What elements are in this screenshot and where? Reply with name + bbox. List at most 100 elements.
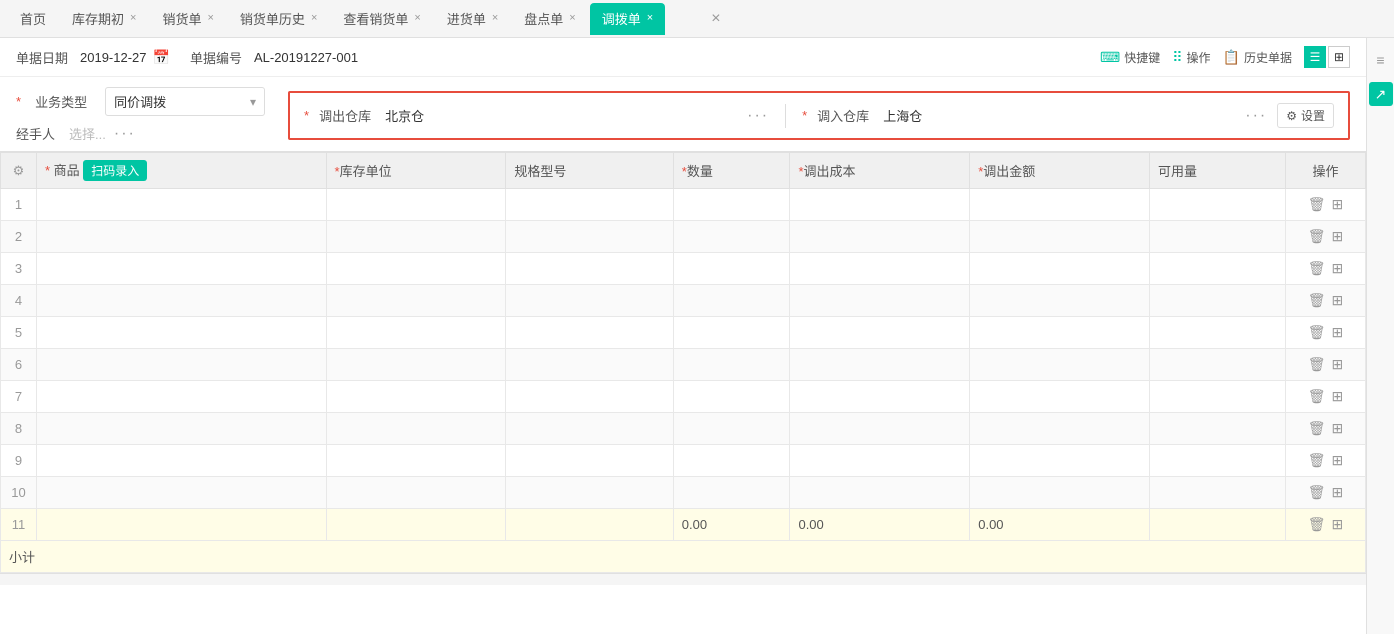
row-8-product[interactable] <box>37 413 327 445</box>
row-10-cost[interactable] <box>790 477 970 509</box>
row-2-cost[interactable] <box>790 221 970 253</box>
row-3-qty[interactable] <box>673 253 790 285</box>
delete-icon-8[interactable]: 🗑 <box>1308 420 1326 437</box>
sidebar-list-icon[interactable]: ≡ <box>1369 48 1393 72</box>
row-3-amount[interactable] <box>970 253 1150 285</box>
row-8-amount[interactable] <box>970 413 1150 445</box>
delete-icon-6[interactable]: 🗑 <box>1308 356 1326 373</box>
window-close-button[interactable]: × <box>707 6 724 32</box>
calendar-icon[interactable]: 📅 <box>153 49 170 66</box>
biz-type-select[interactable]: 同价调拨 ▾ <box>105 87 265 116</box>
transfer-in-value[interactable]: 上海仓 <box>883 106 922 125</box>
row-9-unit[interactable] <box>326 445 506 477</box>
layout-list-button[interactable]: ☰ <box>1304 46 1326 68</box>
row-2-amount[interactable] <box>970 221 1150 253</box>
row-5-product[interactable] <box>37 317 327 349</box>
row-8-unit[interactable] <box>326 413 506 445</box>
row-7-qty[interactable] <box>673 381 790 413</box>
row-3-cost[interactable] <box>790 253 970 285</box>
row-4-cost[interactable] <box>790 285 970 317</box>
tab-home[interactable]: 首页 <box>8 3 58 35</box>
row-4-spec[interactable] <box>506 285 673 317</box>
transfer-out-more-button[interactable]: ··· <box>747 107 769 125</box>
row-2-unit[interactable] <box>326 221 506 253</box>
row-9-product[interactable] <box>37 445 327 477</box>
history-button[interactable]: 📋 历史单据 <box>1223 49 1292 66</box>
tab-sales-order[interactable]: 销货单 × <box>150 3 225 35</box>
tab-transfer-close[interactable]: × <box>647 13 653 24</box>
row-1-qty[interactable] <box>673 189 790 221</box>
delete-icon-11[interactable]: 🗑 <box>1308 516 1326 533</box>
row-5-qty[interactable] <box>673 317 790 349</box>
copy-icon-7[interactable]: ⊞ <box>1332 388 1344 405</box>
settings-button[interactable]: ⚙ 设置 <box>1277 103 1334 128</box>
tab-stocktake-close[interactable]: × <box>569 13 575 24</box>
row-2-qty[interactable] <box>673 221 790 253</box>
delete-icon-2[interactable]: 🗑 <box>1308 228 1326 245</box>
copy-icon-10[interactable]: ⊞ <box>1332 484 1344 501</box>
row-6-qty[interactable] <box>673 349 790 381</box>
row-4-amount[interactable] <box>970 285 1150 317</box>
row-8-qty[interactable] <box>673 413 790 445</box>
row-1-cost[interactable] <box>790 189 970 221</box>
transfer-in-more-button[interactable]: ··· <box>1245 107 1267 125</box>
shortcut-button[interactable]: ⌨ 快捷键 <box>1100 49 1160 66</box>
row-6-amount[interactable] <box>970 349 1150 381</box>
copy-icon-1[interactable]: ⊞ <box>1332 196 1344 213</box>
row-10-qty[interactable] <box>673 477 790 509</box>
row-9-cost[interactable] <box>790 445 970 477</box>
row-7-cost[interactable] <box>790 381 970 413</box>
copy-icon-2[interactable]: ⊞ <box>1332 228 1344 245</box>
tab-purchase[interactable]: 进货单 × <box>435 3 510 35</box>
row-6-spec[interactable] <box>506 349 673 381</box>
tab-view-sales[interactable]: 查看销货单 × <box>331 3 432 35</box>
copy-icon-11[interactable]: ⊞ <box>1332 516 1344 533</box>
tab-stocktake[interactable]: 盘点单 × <box>512 3 587 35</box>
row-7-product[interactable] <box>37 381 327 413</box>
row-7-spec[interactable] <box>506 381 673 413</box>
row-9-amount[interactable] <box>970 445 1150 477</box>
row-4-qty[interactable] <box>673 285 790 317</box>
row-9-spec[interactable] <box>506 445 673 477</box>
operate-button[interactable]: ⠿ 操作 <box>1172 49 1210 66</box>
delete-icon-9[interactable]: 🗑 <box>1308 452 1326 469</box>
copy-icon-3[interactable]: ⊞ <box>1332 260 1344 277</box>
row-5-spec[interactable] <box>506 317 673 349</box>
tab-sales-order-close[interactable]: × <box>207 13 213 24</box>
tab-inventory-init[interactable]: 库存期初 × <box>60 3 148 35</box>
delete-icon-3[interactable]: 🗑 <box>1308 260 1326 277</box>
table-gear-icon[interactable]: ⚙ <box>13 163 25 178</box>
sidebar-export-icon[interactable]: ↗ <box>1369 82 1393 106</box>
row-6-cost[interactable] <box>790 349 970 381</box>
row-3-unit[interactable] <box>326 253 506 285</box>
scroll-area[interactable] <box>0 573 1366 585</box>
row-10-amount[interactable] <box>970 477 1150 509</box>
row-1-product[interactable] <box>37 189 327 221</box>
row-3-product[interactable] <box>37 253 327 285</box>
row-5-unit[interactable] <box>326 317 506 349</box>
row-7-unit[interactable] <box>326 381 506 413</box>
tab-transfer[interactable]: 调拨单 × <box>590 3 665 35</box>
copy-icon-5[interactable]: ⊞ <box>1332 324 1344 341</box>
tab-inventory-init-close[interactable]: × <box>130 13 136 24</box>
row-3-spec[interactable] <box>506 253 673 285</box>
transfer-out-value[interactable]: 北京仓 <box>385 106 424 125</box>
copy-icon-8[interactable]: ⊞ <box>1332 420 1344 437</box>
tab-sales-history[interactable]: 销货单历史 × <box>228 3 329 35</box>
row-2-product[interactable] <box>37 221 327 253</box>
tab-sales-history-close[interactable]: × <box>311 13 317 24</box>
scan-button[interactable]: 扫码录入 <box>83 160 147 181</box>
handler-input[interactable]: 选择... <box>69 124 106 143</box>
copy-icon-6[interactable]: ⊞ <box>1332 356 1344 373</box>
row-7-amount[interactable] <box>970 381 1150 413</box>
row-4-product[interactable] <box>37 285 327 317</box>
row-1-amount[interactable] <box>970 189 1150 221</box>
row-10-unit[interactable] <box>326 477 506 509</box>
delete-icon-1[interactable]: 🗑 <box>1308 196 1326 213</box>
delete-icon-4[interactable]: 🗑 <box>1308 292 1326 309</box>
row-5-cost[interactable] <box>790 317 970 349</box>
row-8-cost[interactable] <box>790 413 970 445</box>
row-6-unit[interactable] <box>326 349 506 381</box>
row-6-product[interactable] <box>37 349 327 381</box>
row-4-unit[interactable] <box>326 285 506 317</box>
